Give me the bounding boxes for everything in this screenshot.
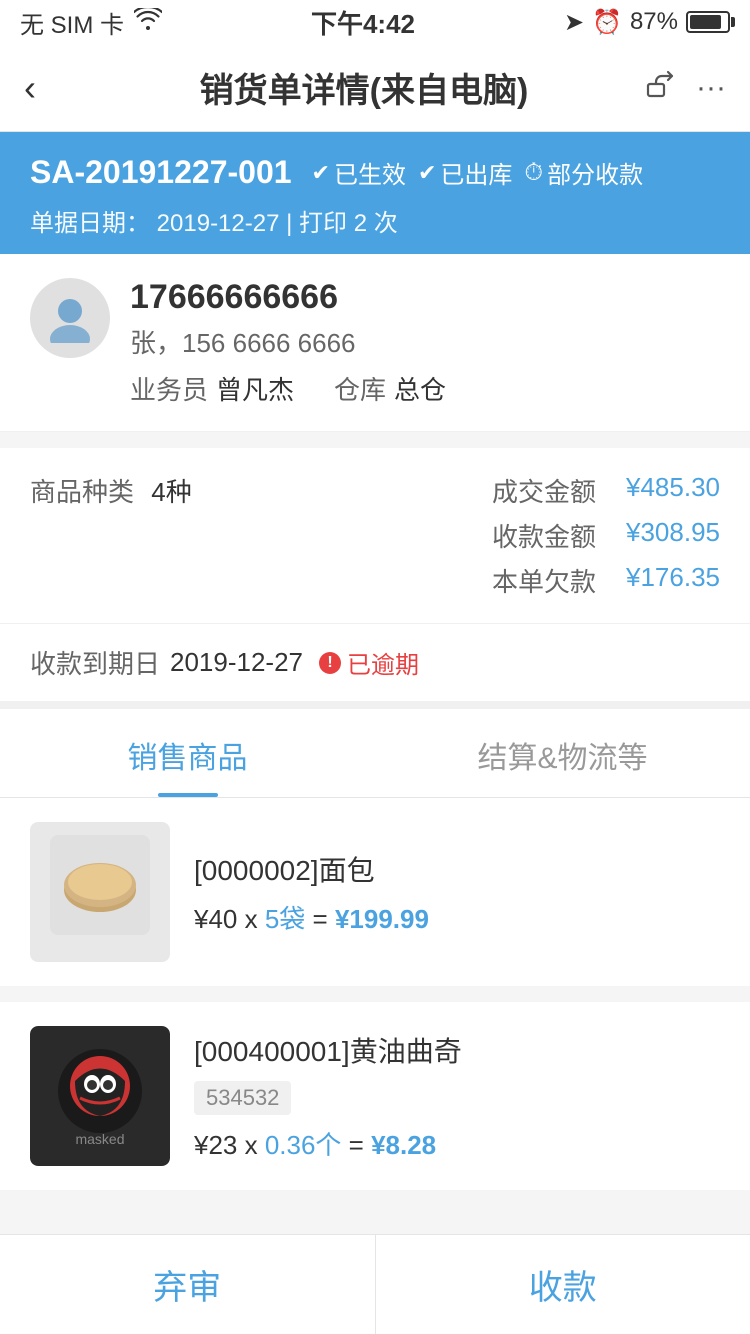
product-code-bread: [0000002] <box>194 855 319 886</box>
product-total-bread: ¥199.99 <box>335 904 429 934</box>
status-tag-shipped: ✔ 已出库 <box>418 155 512 190</box>
order-header-sub: 单据日期： 2019-12-27 | 打印 2 次 <box>30 203 720 238</box>
type-label: 商品种类 <box>30 477 134 507</box>
product-qty-bread: 5袋 <box>265 904 305 934</box>
debt-value: ¥176.35 <box>626 562 720 599</box>
nav-actions: ··· <box>644 68 726 108</box>
sales-meta: 业务员 曾凡杰 <box>130 370 294 407</box>
more-icon[interactable]: ··· <box>696 71 726 105</box>
product-card-bread: [0000002]面包 ¥40 x 5袋 = ¥199.99 <box>0 798 750 986</box>
check-shipped-icon: ✔ <box>418 160 436 186</box>
customer-id: 17666666666 <box>130 278 720 317</box>
nav-bar: ‹ 销货单详情(来自电脑) ··· <box>0 44 750 132</box>
sales-value: 曾凡杰 <box>216 370 294 407</box>
deal-value: ¥485.30 <box>626 472 720 509</box>
wifi-icon <box>134 8 162 37</box>
sales-label: 业务员 <box>130 370 208 407</box>
avatar <box>30 278 110 358</box>
overdue-dot-icon: ! <box>319 652 341 674</box>
product-qty-cookie: 0.36个 <box>265 1130 342 1160</box>
status-bar: 无 SIM 卡 下午4:42 ➤ ⏰ 87% <box>0 0 750 44</box>
product-image-bread <box>30 822 170 962</box>
status-time: 下午4:42 <box>311 4 415 41</box>
svg-text:masked: masked <box>75 1131 124 1147</box>
share-icon[interactable] <box>644 68 676 108</box>
deal-label: 成交金额 <box>492 472 596 509</box>
battery-label: 87% <box>630 8 678 36</box>
bottom-bar: 弃审 收款 <box>0 1234 750 1334</box>
date-value: 2019-12-27 <box>157 210 280 237</box>
overdue-section: 收款到期日 2019-12-27 ! 已逾期 <box>0 624 750 709</box>
tab-settlement-label: 结算&物流等 <box>477 742 647 775</box>
status-right: ➤ ⏰ 87% <box>564 8 730 37</box>
receipt-value: ¥308.95 <box>626 517 720 554</box>
print-count: 2 <box>354 210 367 237</box>
overdue-date: 2019-12-27 <box>170 647 303 678</box>
carrier-label: 无 SIM 卡 <box>20 5 124 40</box>
tabs-section: 销售商品 结算&物流等 <box>0 709 750 798</box>
product-price-cookie: ¥23 x 0.36个 = ¥8.28 <box>194 1125 720 1162</box>
summary-section: 商品种类 4种 成交金额 ¥485.30 收款金额 ¥308.95 本单欠款 ¥… <box>0 448 750 624</box>
products-list: [0000002]面包 ¥40 x 5袋 = ¥199.99 masked <box>0 798 750 1190</box>
product-name-cookie: [000400001]黄油曲奇 <box>194 1030 720 1070</box>
status-active-label: 已生效 <box>334 155 406 190</box>
product-card-cookie: masked [000400001]黄油曲奇 534532 ¥23 x 0.36… <box>0 1002 750 1190</box>
status-tags: ✔ 已生效 ✔ 已出库 ⏱ 部分收款 <box>312 155 644 190</box>
cancel-label: 弃审 <box>153 1260 221 1309</box>
product-price-bread: ¥40 x 5袋 = ¥199.99 <box>194 899 720 936</box>
product-total-cookie: ¥8.28 <box>371 1130 436 1160</box>
status-left: 无 SIM 卡 <box>20 5 162 40</box>
check-active-icon: ✔ <box>312 160 330 186</box>
status-shipped-label: 已出库 <box>440 155 512 190</box>
product-name-bread: [0000002]面包 <box>194 849 720 889</box>
tab-settlement[interactable]: 结算&物流等 <box>375 709 750 797</box>
confirm-label: 收款 <box>529 1260 597 1309</box>
location-icon: ➤ <box>564 8 584 37</box>
order-header-banner: SA-20191227-001 ✔ 已生效 ✔ 已出库 ⏱ 部分收款 单据日期：… <box>0 132 750 254</box>
clock-icon: ⏱ <box>524 159 543 187</box>
order-id: SA-20191227-001 <box>30 154 292 191</box>
battery-icon <box>686 11 730 33</box>
overdue-badge: ! 已逾期 <box>319 645 419 680</box>
customer-section: 17666666666 张，156 6666 6666 业务员 曾凡杰 仓库 总… <box>0 254 750 432</box>
overdue-badge-label: 已逾期 <box>347 645 419 680</box>
product-image-cookie: masked <box>30 1026 170 1166</box>
product-batch-cookie: 534532 <box>194 1081 291 1115</box>
customer-meta: 业务员 曾凡杰 仓库 总仓 <box>130 370 720 407</box>
warehouse-label: 仓库 <box>334 370 386 407</box>
receipt-row: 收款金额 ¥308.95 <box>492 517 720 554</box>
overdue-label: 收款到期日 <box>30 644 160 681</box>
print-label: | 打印 <box>286 210 347 237</box>
bread-image-placeholder <box>50 835 150 949</box>
back-button[interactable]: ‹ <box>24 67 84 109</box>
product-info-cookie: [000400001]黄油曲奇 534532 ¥23 x 0.36个 = ¥8.… <box>194 1030 720 1162</box>
debt-row: 本单欠款 ¥176.35 <box>492 562 720 599</box>
status-tag-partial: ⏱ 部分收款 <box>524 155 643 190</box>
product-info-bread: [0000002]面包 ¥40 x 5袋 = ¥199.99 <box>194 849 720 936</box>
order-header-top: SA-20191227-001 ✔ 已生效 ✔ 已出库 ⏱ 部分收款 <box>30 154 720 191</box>
confirm-button[interactable]: 收款 <box>376 1235 750 1334</box>
cancel-button[interactable]: 弃审 <box>0 1235 376 1334</box>
debt-label: 本单欠款 <box>492 562 596 599</box>
tab-sales-label: 销售商品 <box>128 742 248 775</box>
print-suffix: 次 <box>374 210 398 237</box>
summary-left: 商品种类 4种 <box>30 472 192 599</box>
alarm-icon: ⏰ <box>592 8 622 37</box>
product-code-cookie: [000400001] <box>194 1036 350 1067</box>
date-label: 单据日期： <box>30 210 150 237</box>
status-tag-active: ✔ 已生效 <box>312 155 406 190</box>
page-title: 销货单详情(来自电脑) <box>84 63 644 112</box>
customer-name-phone: 张，156 6666 6666 <box>130 323 720 360</box>
summary-right: 成交金额 ¥485.30 收款金额 ¥308.95 本单欠款 ¥176.35 <box>492 472 720 599</box>
warehouse-meta: 仓库 总仓 <box>334 370 446 407</box>
warehouse-value: 总仓 <box>394 370 446 407</box>
status-partial-label: 部分收款 <box>547 155 643 190</box>
deal-row: 成交金额 ¥485.30 <box>492 472 720 509</box>
customer-info: 17666666666 张，156 6666 6666 业务员 曾凡杰 仓库 总… <box>130 278 720 407</box>
tab-sales-products[interactable]: 销售商品 <box>0 709 375 797</box>
receipt-label: 收款金额 <box>492 517 596 554</box>
type-value: 4种 <box>151 477 191 507</box>
